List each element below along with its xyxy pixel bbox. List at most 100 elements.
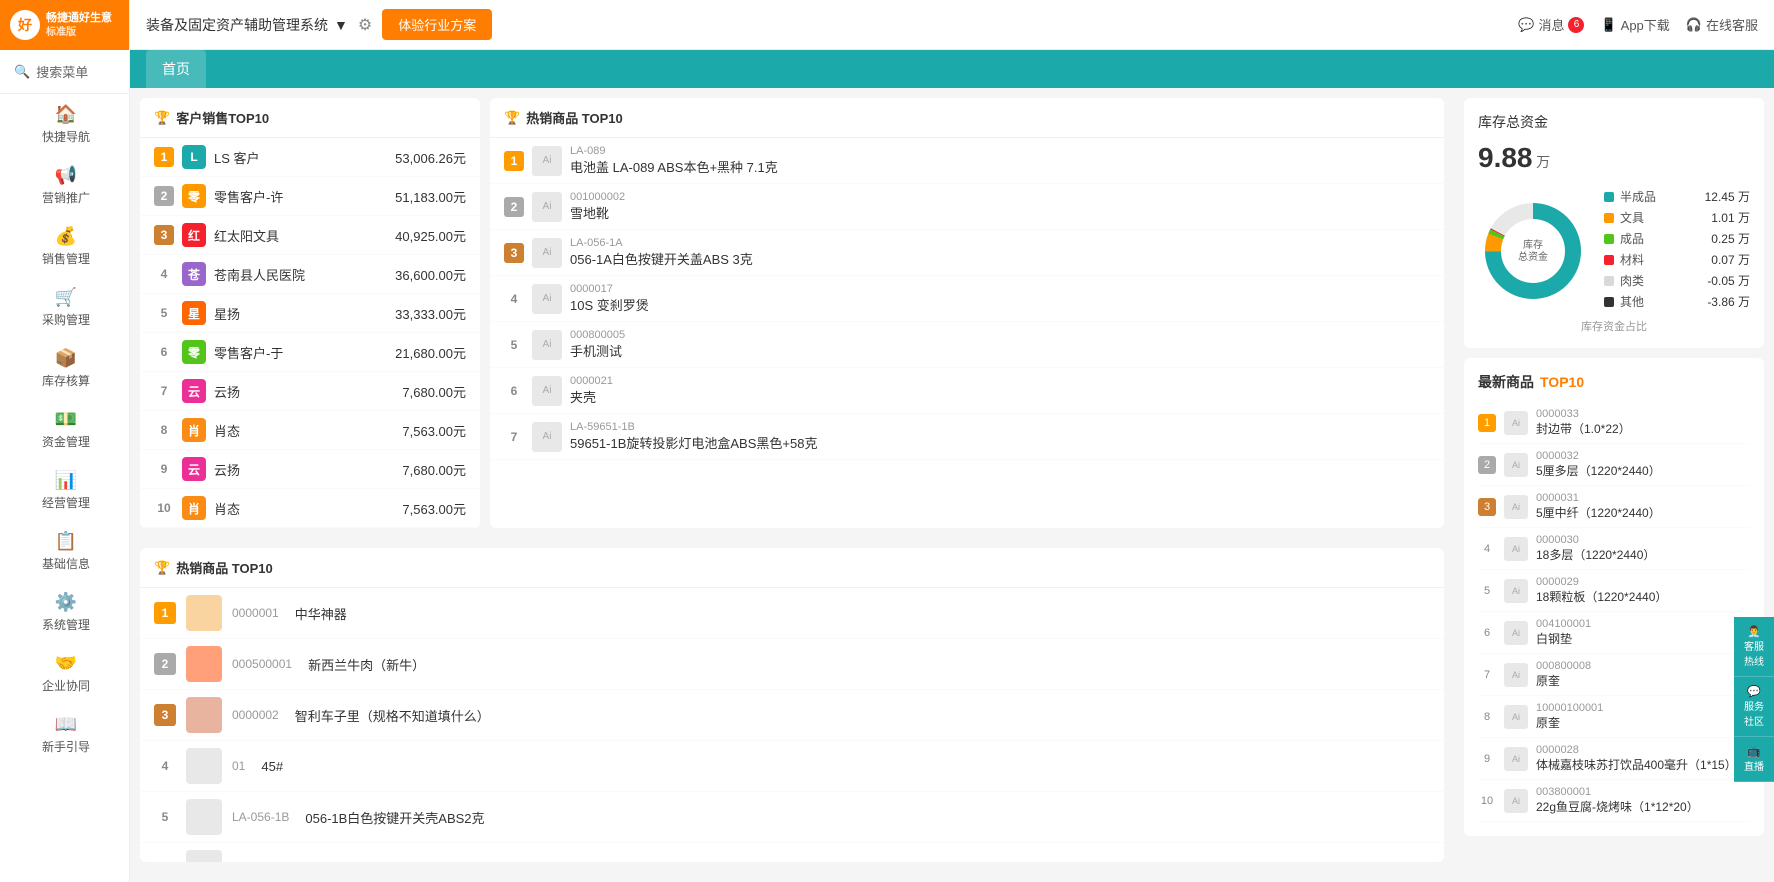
product-details: 000800005 手机测试 <box>570 329 625 360</box>
donut-chart-svg: 库存 总资金 <box>1478 196 1588 306</box>
hot-item: 1 0000001 中华神器 <box>140 588 1444 639</box>
product-info: 003800001 22g鱼豆腐-烧烤味（1*12*20） <box>1536 786 1699 815</box>
rank-number: 8 <box>154 420 174 440</box>
product-image: Ai <box>1504 453 1528 477</box>
legend-item: 肉类 -0.05 万 <box>1604 272 1750 289</box>
rank-number: 2 <box>1478 456 1496 474</box>
hot-item: 3 0000002 智利车子里（规格不知道填什么） <box>140 690 1444 741</box>
new-product-item: 3 Ai 0000031 5厘中纤（1220*2440） <box>1478 486 1750 528</box>
sidebar-item-newbie[interactable]: 📖 新手引导 <box>0 704 129 765</box>
rank-number: 5 <box>154 303 174 323</box>
rank-number: 3 <box>154 704 176 726</box>
sidebar-item-shortcuts[interactable]: 🏠 快捷导航 <box>0 94 129 155</box>
product-details: LA-089 电池盖 LA-089 ABS本色+黑种 7.1克 <box>570 145 778 176</box>
newbie-icon: 📖 <box>55 714 77 735</box>
sidebar-item-corp-collab[interactable]: 🤝 企业协同 <box>0 643 129 704</box>
rank-item: 6 零 零售客户-于 21,680.00元 <box>140 333 480 372</box>
sidebar-item-system[interactable]: ⚙️ 系统管理 <box>0 582 129 643</box>
legend-dot <box>1604 192 1614 202</box>
rank-item: 2 零 零售客户-许 51,183.00元 <box>140 177 480 216</box>
float-buttons: 👨‍💼 客服 热线 💬 服务 社区 📺 直播 <box>1734 617 1774 782</box>
hot-item: 6 LA-056-1A 056-1A白色按键开关盖ABS 3克 <box>140 843 1444 862</box>
rank-item: 4 苍 苍南县人民医院 36,600.00元 <box>140 255 480 294</box>
hot-item: 4 01 45# <box>140 741 1444 792</box>
new-product-item: 8 Ai 10000100001 原奎 <box>1478 696 1750 738</box>
sidebar-item-marketing[interactable]: 📢 营销推广 <box>0 155 129 216</box>
sidebar-item-sales[interactable]: 💰 销售管理 <box>0 216 129 277</box>
sidebar-item-operations[interactable]: 📊 经营管理 <box>0 460 129 521</box>
purchase-icon: 🛒 <box>55 287 77 308</box>
product-image <box>186 697 222 733</box>
logo-text: 畅捷通好生意 标准版 <box>46 11 112 38</box>
hot-products-main-card: 🏆 热销商品 TOP10 1 0000001 中华神器 2 <box>140 548 1444 862</box>
online-service-button[interactable]: 🎧 在线客服 <box>1686 15 1758 34</box>
rank-number: 2 <box>504 197 524 217</box>
customer-service-button[interactable]: 👨‍💼 客服 热线 <box>1734 617 1774 677</box>
rank-item: 3 红 红太阳文具 40,925.00元 <box>140 216 480 255</box>
system-name-display: 装备及固定资产辅助管理系统 ▼ <box>146 15 348 35</box>
rank-number: 8 <box>1478 708 1496 726</box>
operations-icon: 📊 <box>55 470 77 491</box>
main-area: 装备及固定资产辅助管理系统 ▼ ⚙ 体验行业方案 💬 消息 6 📱 App下载 … <box>130 0 1774 882</box>
svg-text:库存: 库存 <box>1523 238 1543 251</box>
community-icon: 💬 <box>1738 685 1770 698</box>
customer-ranking-body: 1 L LS 客户 53,006.26元 2 零 零售客户-许 51,183.0… <box>140 138 480 528</box>
product-details: LA-056-1A 056-1A白色按键开关盖ABS 3克 <box>570 237 753 268</box>
new-products-card: 最新商品 TOP10 1 Ai 0000033 封边带（1.0*22） 2 <box>1464 358 1764 836</box>
new-product-item: 9 Ai 0000028 体械嘉枝味苏打饮品400毫升（1*15） <box>1478 738 1750 780</box>
settings-icon[interactable]: ⚙ <box>358 15 372 35</box>
inventory-icon: 📦 <box>55 348 77 369</box>
message-button[interactable]: 💬 消息 6 <box>1518 15 1584 34</box>
livestream-button[interactable]: 📺 直播 <box>1734 737 1774 782</box>
customer-avatar: 零 <box>182 340 206 364</box>
livestream-icon: 📺 <box>1738 745 1770 758</box>
sidebar-search[interactable]: 🔍 搜索菜单 <box>0 50 129 94</box>
rank-item: 5 星 星扬 33,333.00元 <box>140 294 480 333</box>
tab-home[interactable]: 首页 <box>146 50 206 88</box>
product-item: 7 Ai LA-59651-1B 59651-1B旋转投影灯电池盒ABS黑色+5… <box>490 414 1444 460</box>
product-image: Ai <box>532 146 562 176</box>
product-item: 1 Ai LA-089 电池盖 LA-089 ABS本色+黑种 7.1克 <box>490 138 1444 184</box>
rank-item: 7 云 云扬 7,680.00元 <box>140 372 480 411</box>
rank-number: 4 <box>154 755 176 777</box>
new-product-item: 7 Ai 000800008 原奎 <box>1478 654 1750 696</box>
legend-dot <box>1604 234 1614 244</box>
collab-icon: 🤝 <box>55 653 77 674</box>
sidebar-item-inventory[interactable]: 📦 库存核算 <box>0 338 129 399</box>
trial-button[interactable]: 体验行业方案 <box>382 9 492 40</box>
product-details: 001000002 雪地靴 <box>570 191 625 222</box>
hot-products-right-body: 1 Ai LA-089 电池盖 LA-089 ABS本色+黑种 7.1克 2 A… <box>490 138 1444 460</box>
sidebar-item-purchase[interactable]: 🛒 采购管理 <box>0 277 129 338</box>
marketing-icon: 📢 <box>55 165 77 186</box>
product-item: 6 Ai 0000021 夹壳 <box>490 368 1444 414</box>
dropdown-icon[interactable]: ▼ <box>334 17 348 33</box>
customer-avatar: 红 <box>182 223 206 247</box>
sidebar-item-finance[interactable]: 💵 资金管理 <box>0 399 129 460</box>
service-community-button[interactable]: 💬 服务 社区 <box>1734 677 1774 737</box>
message-badge: 6 <box>1568 17 1584 33</box>
app-download-button[interactable]: 📱 App下载 <box>1600 15 1669 34</box>
product-image: Ai <box>1504 411 1528 435</box>
legend-dot <box>1604 297 1614 307</box>
customer-avatar: 零 <box>182 184 206 208</box>
sidebar-item-basic-info[interactable]: 📋 基础信息 <box>0 521 129 582</box>
product-image <box>186 595 222 631</box>
product-item: 4 Ai 0000017 10S 变刹罗煲 <box>490 276 1444 322</box>
rank-number: 10 <box>154 498 174 518</box>
message-icon: 💬 <box>1518 17 1534 33</box>
hot-product-main-list: 1 0000001 中华神器 2 000500001 新西兰牛肉（新牛） <box>140 588 1444 862</box>
rank-number: 1 <box>1478 414 1496 432</box>
hot-item: 2 000500001 新西兰牛肉（新牛） <box>140 639 1444 690</box>
product-info: 0000029 18颗粒板（1220*2440） <box>1536 576 1667 605</box>
product-image <box>186 850 222 862</box>
hot-item: 5 LA-056-1B 056-1B白色按键开关壳ABS2克 <box>140 792 1444 843</box>
customer-avatar: L <box>182 145 206 169</box>
search-menu-button[interactable]: 🔍 搜索菜单 <box>8 58 121 85</box>
new-product-item: 6 Ai 004100001 白钢垫 <box>1478 612 1750 654</box>
customer-avatar: 云 <box>182 457 206 481</box>
product-item: 2 Ai 001000002 雪地靴 <box>490 184 1444 230</box>
product-image: Ai <box>532 330 562 360</box>
legend-list: 半成品 12.45 万 文具 1.01 万 成品 0.25 万 <box>1604 188 1750 314</box>
new-product-item: 5 Ai 0000029 18颗粒板（1220*2440） <box>1478 570 1750 612</box>
fire-icon: 🏆 <box>504 110 520 126</box>
